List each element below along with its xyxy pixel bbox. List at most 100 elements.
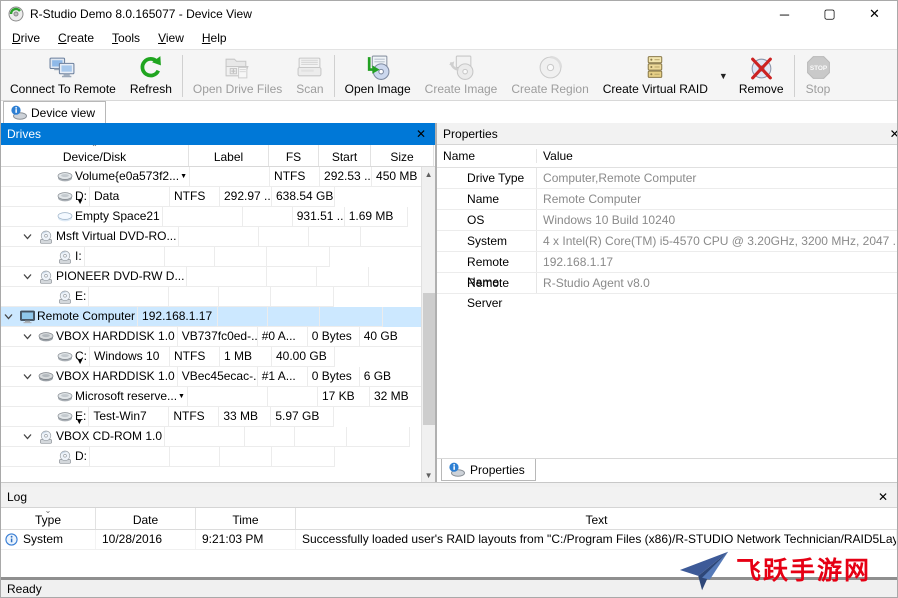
property-row[interactable]: Name Remote Computer [437,189,897,210]
properties-column-header-name[interactable]: Name [437,149,538,163]
refresh-button[interactable]: Refresh [123,52,179,100]
create-virtual-raid-button[interactable]: Create Virtual RAID [596,52,715,100]
log-close-icon[interactable]: ✕ [875,490,891,504]
property-row[interactable]: System 4 x Intel(R) Core(TM) i5-4570 CPU … [437,231,897,252]
remove-button[interactable]: Remove [732,52,791,100]
log-column-header-type[interactable]: ⌄ Type [1,507,96,529]
drive-row[interactable]: Empty Space21 931.51 ... 1.69 MB [1,207,435,227]
menu-item-tools[interactable]: Tools [103,29,149,47]
drive-row[interactable]: C: ▼ Windows 10 NTFS 1 MB 40.00 GB [1,347,435,367]
open-drive-files-button[interactable]: Open Drive Files [186,52,289,100]
drive-label [190,167,271,187]
drive-row[interactable]: VBOX HARDDISK 1.0 VBec45ecac-... #1 A... 0 … [1,367,435,387]
tree-collapse-icon[interactable] [22,371,38,382]
drive-row[interactable]: VBOX CD-ROM 1.0 [1,427,435,447]
tab-device-view[interactable]: Device view [3,101,107,123]
maximize-button[interactable]: ▢ [807,1,852,27]
truncated-dropdown-icon[interactable]: ▼ [178,387,185,406]
tree-collapse-icon[interactable] [22,431,38,442]
drive-row[interactable]: PIONEER DVD-RW D... [1,267,435,287]
truncated-dropdown-icon[interactable]: ▼ [180,167,187,186]
properties-close-icon[interactable]: ✕ [887,127,897,141]
drive-row[interactable]: I: [1,247,435,267]
drive-row[interactable]: E: ▼ Test-Win7 NTFS 33 MB 5.97 GB [1,407,435,427]
drive-row[interactable]: Remote Computer 192.168.1.17 [1,307,436,327]
menu-item-help[interactable]: Help [193,29,236,47]
property-name: Remote Server [437,273,538,310]
create-virtual-raid-label: Create Virtual RAID [602,82,708,96]
drive-size [361,227,425,247]
open-image-button[interactable]: Open Image [338,52,418,100]
drive-fs [218,307,269,327]
minimize-button[interactable]: ─ [762,1,807,27]
drive-name: Volume{e0a573f2... [75,169,180,183]
log-row[interactable]: System 10/28/2016 9:21:03 PM Successfully l… [1,530,897,550]
drive-row[interactable]: Msft Virtual DVD-RO... [1,227,435,247]
mount-dropdown-icon[interactable]: ▼ [76,192,84,206]
stop-label: Stop [805,82,831,96]
open-image-label: Open Image [344,82,411,96]
menu-item-create[interactable]: Create [49,29,103,47]
properties-panel: Properties ✕ NameValue Drive TypeCompute… [436,123,897,482]
properties-column-header-value[interactable]: Value [537,149,897,163]
drive-label [187,267,268,287]
menu-item-drive[interactable]: Drive [3,29,49,47]
drive-row[interactable]: D: [1,447,435,467]
drive-fs [245,427,296,447]
drive-row[interactable]: D: ▼ Data NTFS 292.97 ... 638.54 GB [1,187,435,207]
stop-button[interactable]: STOP Stop [798,52,839,100]
drives-column-header-start[interactable]: Start [319,145,371,166]
tree-collapse-icon[interactable] [22,331,38,342]
create-image-icon [448,54,475,81]
scroll-up-icon[interactable]: ▲ [422,167,436,181]
scroll-down-icon[interactable]: ▼ [422,468,436,482]
property-row[interactable]: Remote Name 192.168.1.17 [437,252,897,289]
drive-fs [242,207,293,227]
drives-scrollbar[interactable]: ▲ ▼ [421,167,436,482]
drive-label [84,247,165,267]
property-row[interactable]: Drive Type Computer,Remote Computer [437,168,897,189]
create-virtual-raid-icon [642,54,669,81]
menu-item-view[interactable]: View [149,29,193,47]
properties-panel-header: Properties ✕ [437,123,897,145]
drive-fs: #0 A... [257,327,308,347]
mount-dropdown-icon[interactable]: ▼ [76,352,84,366]
log-column-header-date[interactable]: Date [96,508,196,529]
scan-button[interactable]: Scan [289,52,330,100]
drives-column-header-size[interactable]: Size [371,145,434,166]
drive-start: 1 MB [220,347,272,367]
create-image-button[interactable]: Create Image [418,52,505,100]
drive-size: 6 GB [359,367,423,387]
property-row[interactable]: OS Windows 10 Build 10240 [437,210,897,231]
drives-column-header-fs[interactable]: FS [269,145,319,166]
close-button[interactable]: ✕ [852,1,897,27]
tab-properties[interactable]: Properties [441,459,536,481]
drive-row[interactable]: Volume{e0a573f2... ▼ NTFS 292.53 ... 450 MB [1,167,436,187]
create-region-button[interactable]: Create Region [504,52,595,100]
disk-icon [38,370,56,383]
create-virtual-raid-dropdown[interactable]: ▼ [715,52,732,100]
mount-dropdown-icon[interactable]: ▼ [75,412,83,426]
tree-collapse-icon[interactable] [3,311,19,322]
tree-collapse-icon[interactable] [22,231,38,242]
drive-row[interactable]: Microsoft reserve... ▼ 17 KB 32 MB [1,387,435,407]
tree-collapse-icon[interactable] [22,271,38,282]
partition-icon [57,190,75,203]
status-text: Ready [7,582,42,596]
drive-size [347,427,411,447]
property-name: Name [437,189,538,209]
scroll-thumb[interactable] [423,293,436,426]
log-column-header-time[interactable]: Time [196,508,296,529]
drive-row[interactable]: E: [1,287,435,307]
drive-row[interactable]: VBOX HARDDISK 1.0 VB737fc0ed-... #0 A... 0 … [1,327,435,347]
drives-close-icon[interactable]: ✕ [413,127,429,141]
log-column-header-text[interactable]: Text [296,508,897,529]
cd-icon [38,230,56,244]
drives-column-header-device-disk[interactable]: ⌃ Device/Disk [1,145,189,166]
open-image-icon [364,54,391,81]
connect-to-remote-button[interactable]: Connect To Remote [3,52,123,100]
cd-icon [38,430,56,444]
drives-column-header-label[interactable]: Label [189,145,269,166]
drive-name: PIONEER DVD-RW D... [56,269,185,283]
property-row[interactable]: Remote Server R-Studio Agent v8.0 [437,273,897,310]
